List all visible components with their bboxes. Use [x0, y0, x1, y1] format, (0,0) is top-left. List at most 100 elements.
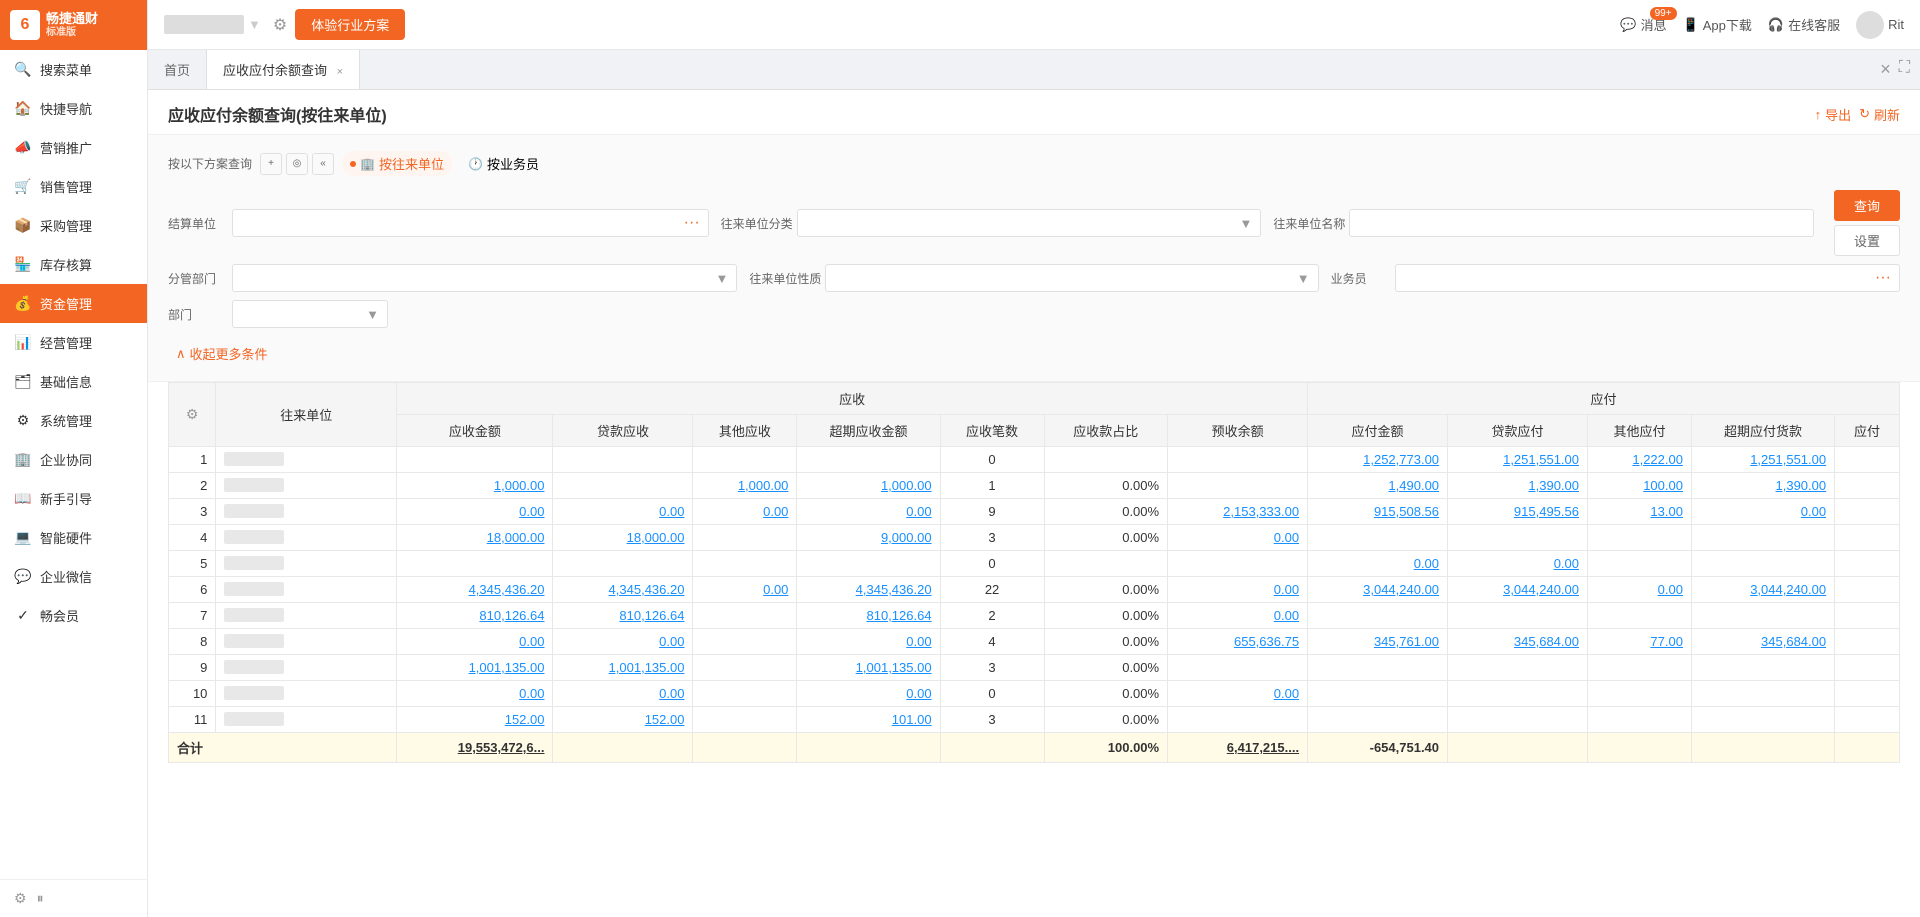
division-input[interactable]: ▼: [232, 264, 737, 292]
app-icon: 📱: [1683, 17, 1699, 33]
message-badge[interactable]: 💬 消息 99+: [1620, 15, 1666, 34]
sidebar-item-guide[interactable]: 📖 新手引导: [0, 479, 147, 518]
footer-rec-prepaid[interactable]: 6,417,215....: [1168, 733, 1308, 763]
logo-icon: 6: [10, 10, 40, 40]
tab-home[interactable]: 首页: [148, 50, 207, 89]
home-icon: 🏠: [14, 100, 32, 117]
wechat-icon: 💬: [14, 568, 32, 585]
th-rec-ratio: 应收款占比: [1044, 415, 1168, 447]
finance-icon: 💰: [14, 295, 32, 312]
table-row: 9xxxxx1,001,135.001,001,135.001,001,135.…: [169, 655, 1900, 681]
marketing-icon: 📣: [14, 139, 32, 156]
top-header: 某某某某某某 ▼ ⚙ 体验行业方案 💬 消息 99+ 📱 App下载 🎧 在线客…: [148, 0, 1920, 50]
sidebar-item-finance[interactable]: 💰 资金管理: [0, 284, 147, 323]
solution-button[interactable]: 体验行业方案: [295, 9, 405, 40]
app-download[interactable]: 📱 App下载: [1683, 15, 1752, 34]
system-icon: ⚙: [14, 412, 32, 429]
refresh-button[interactable]: ↻ 刷新: [1859, 105, 1900, 124]
close-window-icon[interactable]: ×: [1880, 59, 1891, 80]
sidebar-item-quick[interactable]: 🏠 快捷导航: [0, 89, 147, 128]
sidebar-item-purchase[interactable]: 📦 采购管理: [0, 206, 147, 245]
department-label: 部门: [168, 306, 228, 323]
salesperson-label: 业务员: [1331, 270, 1391, 287]
sidebar-item-hardware[interactable]: 💻 智能硬件: [0, 518, 147, 557]
online-service[interactable]: 🎧 在线客服: [1768, 15, 1840, 34]
tab-ar-ap-query[interactable]: 应收应付余额查询 ×: [207, 50, 360, 89]
th-rec-count: 应收笔数: [940, 415, 1044, 447]
filter-row-2: 分管部门 ▼ 往来单位性质 ▼ 业务员: [168, 264, 1900, 292]
sidebar-item-member[interactable]: ✓ 畅会员: [0, 596, 147, 635]
hardware-icon: 💻: [14, 529, 32, 546]
guide-icon: 📖: [14, 490, 32, 507]
gear-icon[interactable]: ⚙: [273, 15, 287, 35]
scheme-icons: + ◎ «: [260, 153, 334, 175]
settlement-unit-label: 结算单位: [168, 215, 228, 232]
settlement-unit-input[interactable]: ···: [232, 209, 709, 237]
sidebar-item-system[interactable]: ⚙ 系统管理: [0, 401, 147, 440]
filter-row-3: 部门 ▼: [168, 300, 1900, 328]
table-row: 3xxxxx0.000.000.000.0090.00%2,153,333.00…: [169, 499, 1900, 525]
salesperson-input[interactable]: ···: [1395, 264, 1900, 292]
footer-rec-amount[interactable]: 19,553,472,6...: [397, 733, 553, 763]
collapse-footer-icon[interactable]: ⏸: [37, 890, 44, 907]
message-icon: 💬: [1620, 17, 1636, 33]
division-label: 分管部门: [168, 270, 228, 287]
search-icon: 🔍: [14, 61, 32, 78]
sidebar-item-cooperation[interactable]: 🏢 企业协同: [0, 440, 147, 479]
page-title: 应收应付余额查询(按往来单位): [168, 102, 387, 126]
settings-footer-icon[interactable]: ⚙: [14, 890, 27, 907]
sidebar-item-inventory[interactable]: 🏪 库存核算: [0, 245, 147, 284]
scheme-icon-partner: 🏢: [360, 157, 375, 171]
sidebar-logo: 6 畅捷通财 标准版: [0, 0, 147, 50]
query-button[interactable]: 查询: [1834, 190, 1900, 221]
footer-rec-ratio: 100.00%: [1044, 733, 1168, 763]
partner-name-input[interactable]: [1349, 209, 1814, 237]
field-partner-name: 往来单位名称: [1273, 209, 1814, 237]
scheme-partner[interactable]: 🏢 按往来单位: [342, 151, 452, 176]
sidebar-item-search[interactable]: 🔍 搜索菜单: [0, 50, 147, 89]
filter-scheme: 按以下方案查询 + ◎ « 🏢 按往来单位 🕐 按业务员: [168, 145, 547, 182]
set-button[interactable]: 设置: [1834, 225, 1900, 256]
sidebar-item-basic[interactable]: 🗂 基础信息: [0, 362, 147, 401]
table-row: 10xxxxx0.000.000.0000.00%0.00: [169, 681, 1900, 707]
dots-icon: ···: [684, 214, 700, 232]
add-scheme-icon[interactable]: +: [260, 153, 282, 175]
table-settings-icon[interactable]: ⚙: [186, 406, 199, 422]
tab-close-icon[interactable]: ×: [337, 66, 343, 78]
fullscreen-icon[interactable]: ⛶: [1899, 59, 1910, 80]
th-payable-group: 应付: [1308, 383, 1900, 415]
footer-pay-amount: -654,751.40: [1308, 733, 1448, 763]
dropdown-arrow-3: ▼: [1297, 271, 1310, 286]
th-receivable-group: 应收: [397, 383, 1308, 415]
avatar: [1856, 11, 1884, 39]
user-info[interactable]: Rit: [1856, 11, 1904, 39]
collapse-button[interactable]: ∧ 收起更多条件: [168, 340, 1900, 367]
sidebar-item-marketing[interactable]: 📣 营销推广: [0, 128, 147, 167]
sales-icon: 🛒: [14, 178, 32, 195]
scheme-dot: [350, 161, 356, 167]
th-partner: 往来单位: [216, 383, 397, 447]
field-partner-category: 往来单位分类 ▼: [721, 209, 1262, 237]
th-rec-prepaid: 预收余额: [1168, 415, 1308, 447]
th-rec-loan: 贷款应收: [553, 415, 693, 447]
table-row: 4xxxxx18,000.0018,000.009,000.0030.00%0.…: [169, 525, 1900, 551]
table-row: 5xxxxx00.000.00: [169, 551, 1900, 577]
inventory-icon: 🏪: [14, 256, 32, 273]
sidebar-item-wechat[interactable]: 💬 企业微信: [0, 557, 147, 596]
partner-category-input[interactable]: ▼: [797, 209, 1262, 237]
refresh-icon: ↻: [1859, 106, 1870, 122]
back-scheme-icon[interactable]: «: [312, 153, 334, 175]
department-input[interactable]: ▼: [232, 300, 388, 328]
scheme-salesperson[interactable]: 🕐 按业务员: [460, 151, 547, 176]
target-scheme-icon[interactable]: ◎: [286, 153, 308, 175]
field-salesperson: 业务员 ···: [1331, 264, 1900, 292]
th-settings[interactable]: ⚙: [169, 383, 216, 447]
table-row: 6^4,345,436.204,345,436.200.004,345,436.…: [169, 577, 1900, 603]
sidebar-item-sales[interactable]: 🛒 销售管理: [0, 167, 147, 206]
partner-nature-input[interactable]: ▼: [825, 264, 1318, 292]
partner-nature-label: 往来单位性质: [749, 270, 821, 287]
export-button[interactable]: ↑ 导出: [1815, 105, 1852, 124]
partner-name-label: 往来单位名称: [1273, 215, 1345, 232]
logo-text: 畅捷通财 标准版: [46, 11, 98, 39]
sidebar-item-operation[interactable]: 📊 经营管理: [0, 323, 147, 362]
